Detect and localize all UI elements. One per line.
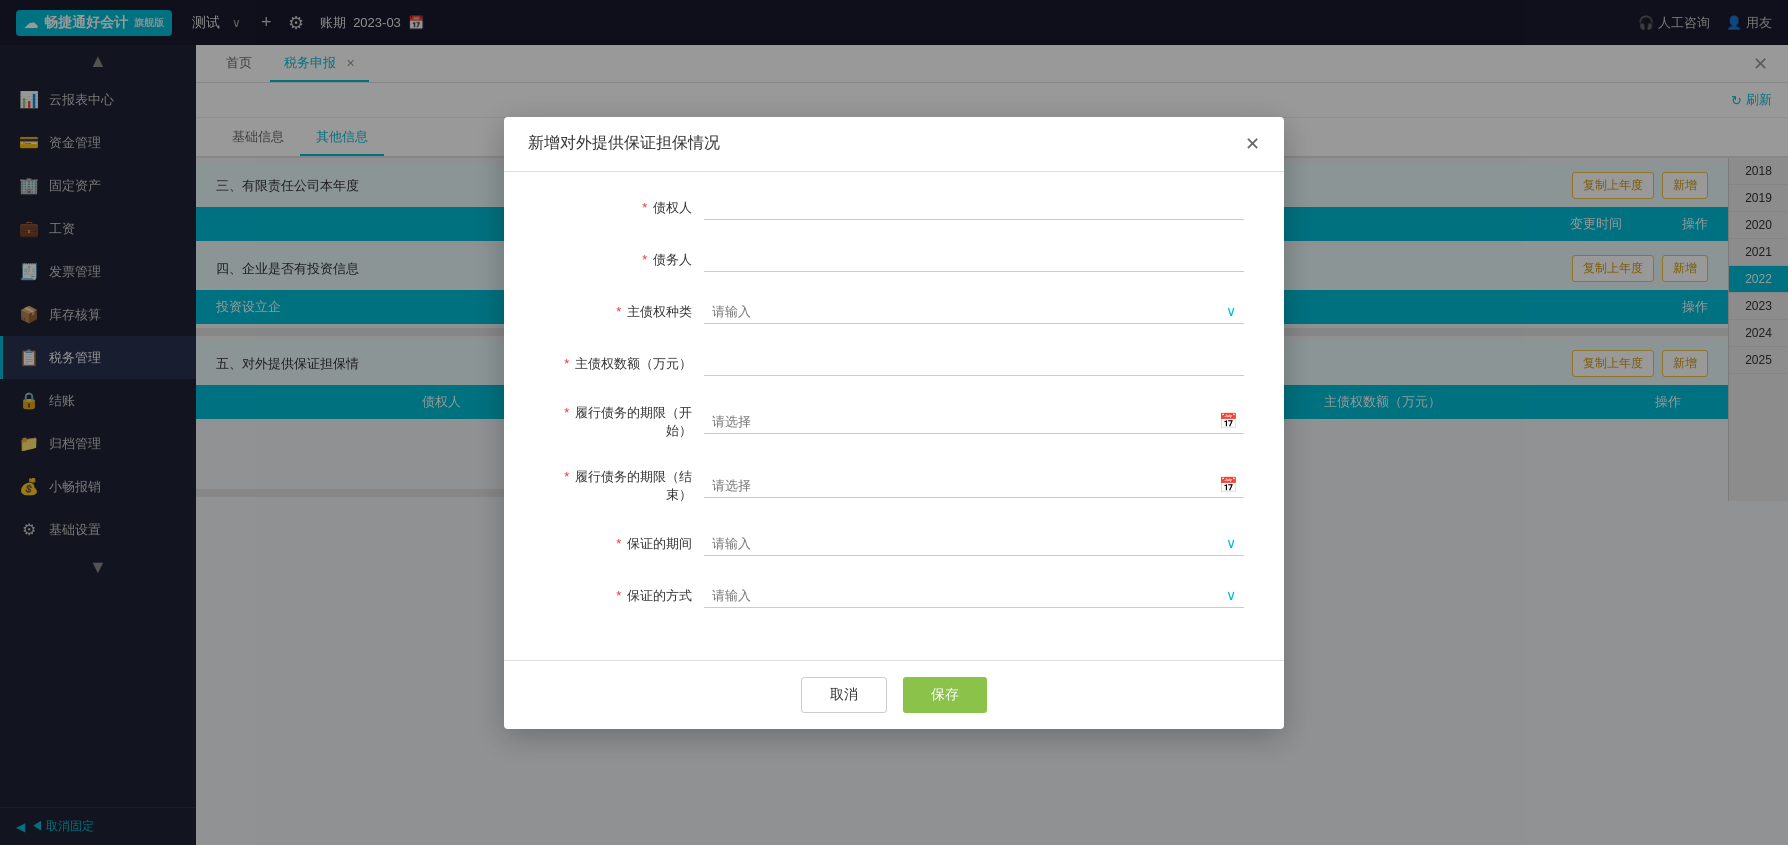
form-row-period-end: * 履行债务的期限（结束） 📅 (544, 468, 1244, 504)
creditor-label: * 债权人 (544, 199, 704, 217)
claim-type-dropdown-icon[interactable]: ∨ (1226, 303, 1244, 319)
form-row-guarantee-period: * 保证的期间 ∨ (544, 532, 1244, 556)
guarantee-period-dropdown-icon[interactable]: ∨ (1226, 535, 1244, 551)
claim-amount-input[interactable] (704, 352, 1244, 376)
save-button[interactable]: 保存 (903, 677, 987, 713)
cancel-button[interactable]: 取消 (801, 677, 887, 713)
guarantee-method-dropdown-icon[interactable]: ∨ (1226, 587, 1244, 603)
debtor-input[interactable] (704, 248, 1244, 272)
dialog-add-guarantee: 新增对外提供保证担保情况 ✕ * 债权人 * 债务人 (504, 117, 1284, 729)
dialog-header: 新增对外提供保证担保情况 ✕ (504, 117, 1284, 172)
period-end-date-wrap: 📅 (704, 474, 1244, 498)
form-row-period-start: * 履行债务的期限（开始） 📅 (544, 404, 1244, 440)
period-start-calendar-icon[interactable]: 📅 (1219, 412, 1244, 430)
claim-type-input[interactable] (704, 300, 1226, 323)
period-end-calendar-icon[interactable]: 📅 (1219, 476, 1244, 494)
dialog-close-button[interactable]: ✕ (1245, 133, 1260, 155)
guarantee-method-select-wrap: ∨ (704, 584, 1244, 608)
claim-type-select-wrap: ∨ (704, 300, 1244, 324)
period-end-input[interactable] (704, 474, 1219, 497)
guarantee-method-input[interactable] (704, 584, 1226, 607)
form-row-claim-amount: * 主债权数额（万元） (544, 352, 1244, 376)
guarantee-period-select-wrap: ∨ (704, 532, 1244, 556)
guarantee-period-label: * 保证的期间 (544, 535, 704, 553)
debtor-label: * 债务人 (544, 251, 704, 269)
period-start-date-wrap: 📅 (704, 410, 1244, 434)
guarantee-period-input[interactable] (704, 532, 1226, 555)
period-start-input[interactable] (704, 410, 1219, 433)
creditor-input[interactable] (704, 196, 1244, 220)
dialog-footer: 取消 保存 (504, 660, 1284, 729)
form-row-creditor: * 债权人 (544, 196, 1244, 220)
claim-amount-label: * 主债权数额（万元） (544, 355, 704, 373)
claim-type-label: * 主债权种类 (544, 303, 704, 321)
period-start-label: * 履行债务的期限（开始） (544, 404, 704, 440)
form-row-claim-type: * 主债权种类 ∨ (544, 300, 1244, 324)
form-row-guarantee-method: * 保证的方式 ∨ (544, 584, 1244, 608)
dialog-body: * 债权人 * 债务人 * 主债权种类 (504, 172, 1284, 660)
form-row-debtor: * 债务人 (544, 248, 1244, 272)
period-end-label: * 履行债务的期限（结束） (544, 468, 704, 504)
modal-overlay: 新增对外提供保证担保情况 ✕ * 债权人 * 债务人 (0, 0, 1788, 845)
dialog-title: 新增对外提供保证担保情况 (528, 133, 720, 154)
guarantee-method-label: * 保证的方式 (544, 587, 704, 605)
